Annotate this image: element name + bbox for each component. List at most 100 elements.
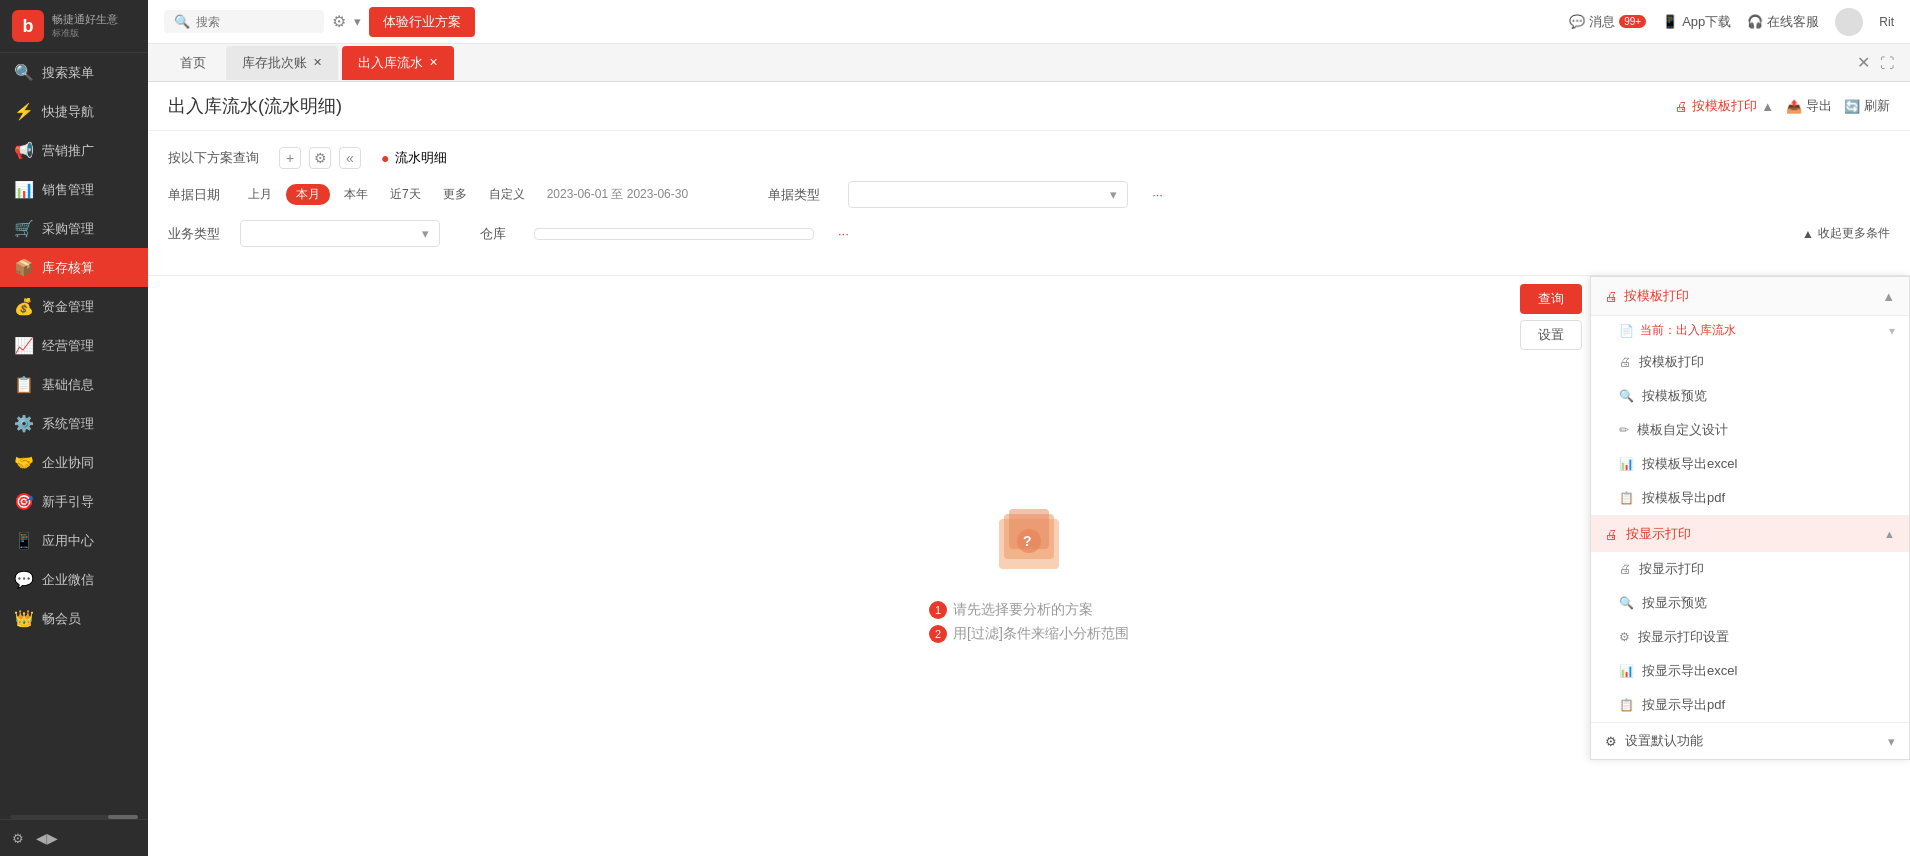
online-service-button[interactable]: 🎧 在线客服 bbox=[1747, 13, 1819, 31]
template-custom-action[interactable]: ✏ 模板自定义设计 bbox=[1591, 413, 1909, 447]
export-icon: 📤 bbox=[1786, 99, 1802, 114]
printer-icon: 🖨 bbox=[1675, 99, 1688, 114]
sidebar-item-label: 经营管理 bbox=[42, 337, 94, 355]
excel-icon: 📊 bbox=[1619, 457, 1634, 471]
sidebar-item-finance[interactable]: 💰 资金管理 bbox=[0, 287, 148, 326]
template-print-button[interactable]: 🖨 按模板打印 ▲ bbox=[1675, 97, 1774, 115]
tab-flow[interactable]: 出入库流水 ✕ bbox=[342, 46, 454, 80]
tab-batch-close-icon[interactable]: ✕ bbox=[313, 56, 322, 69]
headset-icon: 🎧 bbox=[1747, 14, 1763, 29]
refresh-label: 刷新 bbox=[1864, 97, 1890, 115]
more-dots-button[interactable]: ··· bbox=[1152, 187, 1163, 202]
sidebar-item-sales[interactable]: 📊 销售管理 bbox=[0, 170, 148, 209]
display-preview-action[interactable]: 🔍 按显示预览 bbox=[1591, 586, 1909, 620]
template-print-label: 按模板打印 bbox=[1692, 97, 1757, 115]
business-type-select[interactable]: ▾ bbox=[240, 220, 440, 247]
chevron-down-icon: ▾ bbox=[1110, 187, 1117, 202]
date-option-more[interactable]: 更多 bbox=[435, 184, 475, 205]
sidebar-item-purchase[interactable]: 🛒 采购管理 bbox=[0, 209, 148, 248]
date-option-current-month[interactable]: 本月 bbox=[286, 184, 330, 205]
template-export-excel-action[interactable]: 📊 按模板导出excel bbox=[1591, 447, 1909, 481]
display-print-settings-action[interactable]: ⚙ 按显示打印设置 bbox=[1591, 620, 1909, 654]
template-export-pdf-action[interactable]: 📋 按模板导出pdf bbox=[1591, 481, 1909, 515]
display-export-pdf-action[interactable]: 📋 按显示导出pdf bbox=[1591, 688, 1909, 722]
date-field-label: 单据日期 bbox=[168, 186, 220, 204]
settings-icon[interactable]: ⚙ bbox=[12, 831, 24, 846]
sidebar-item-business[interactable]: 📈 经营管理 bbox=[0, 326, 148, 365]
sidebar-item-marketing[interactable]: 📢 营销推广 bbox=[0, 131, 148, 170]
search-input[interactable] bbox=[196, 15, 296, 29]
step-1-number: 1 bbox=[929, 601, 947, 619]
export-button[interactable]: 📤 导出 bbox=[1786, 97, 1832, 115]
crown-icon: 👑 bbox=[14, 609, 34, 628]
page-header: 出入库流水(流水明细) 🖨 按模板打印 ▲ 📤 导出 🔄 刷新 bbox=[148, 82, 1910, 131]
filter-action-buttons: + ⚙ « bbox=[279, 147, 361, 169]
template-preview-action[interactable]: 🔍 按模板预览 bbox=[1591, 379, 1909, 413]
settings-default-icon: ⚙ bbox=[1605, 734, 1617, 749]
column-settings-button[interactable]: 设置 bbox=[1520, 320, 1582, 350]
sidebar-item-member[interactable]: 👑 畅会员 bbox=[0, 599, 148, 638]
collapse-filter-button[interactable]: « bbox=[339, 147, 361, 169]
date-option-custom[interactable]: 自定义 bbox=[481, 184, 533, 205]
pdf-icon: 📋 bbox=[1619, 698, 1634, 712]
tab-batch-account[interactable]: 库存批次账 ✕ bbox=[226, 46, 338, 80]
sidebar-item-label: 应用中心 bbox=[42, 532, 94, 550]
document-type-select[interactable]: ▾ bbox=[848, 181, 1128, 208]
chevron-up-icon: ▲ bbox=[1761, 99, 1774, 114]
sub-tag-label: 流水明细 bbox=[395, 149, 447, 167]
current-template-label: 当前：出入库流水 bbox=[1640, 322, 1736, 339]
tab-batch-account-label: 库存批次账 bbox=[242, 54, 307, 72]
chevron-down-icon: ▾ bbox=[422, 226, 429, 241]
sidebar-item-apps[interactable]: 📱 应用中心 bbox=[0, 521, 148, 560]
filter-settings-button[interactable]: ⚙ bbox=[309, 147, 331, 169]
tab-flow-close-icon[interactable]: ✕ bbox=[429, 56, 438, 69]
add-filter-button[interactable]: + bbox=[279, 147, 301, 169]
design-icon: ✏ bbox=[1619, 423, 1629, 437]
date-option-current-year[interactable]: 本年 bbox=[336, 184, 376, 205]
tab-home[interactable]: 首页 bbox=[164, 46, 222, 80]
dropdown-arrow-icon[interactable]: ▾ bbox=[354, 14, 361, 29]
warehouse-select[interactable] bbox=[534, 228, 814, 240]
sidebar-item-label: 搜索菜单 bbox=[42, 64, 94, 82]
template-doc-icon: 📄 bbox=[1619, 324, 1634, 338]
trend-icon: 📈 bbox=[14, 336, 34, 355]
sidebar-item-guide[interactable]: 🎯 新手引导 bbox=[0, 482, 148, 521]
sidebar-item-system[interactable]: ⚙️ 系统管理 bbox=[0, 404, 148, 443]
refresh-button[interactable]: 🔄 刷新 bbox=[1844, 97, 1890, 115]
app-download-button[interactable]: 📱 App下载 bbox=[1662, 13, 1731, 31]
settings-gear-icon[interactable]: ⚙ bbox=[332, 12, 346, 31]
template-print-action[interactable]: 🖨 按模板打印 bbox=[1591, 345, 1909, 379]
current-template-item[interactable]: 📄 当前：出入库流水 ▾ bbox=[1591, 316, 1909, 345]
query-button[interactable]: 查询 bbox=[1520, 284, 1582, 314]
right-panel-header: 🖨 按模板打印 ▲ bbox=[1591, 277, 1909, 316]
fold-icon[interactable]: ◀▶ bbox=[36, 830, 58, 846]
template-export-excel-label: 按模板导出excel bbox=[1642, 455, 1737, 473]
collapse-button[interactable]: ▲ 收起更多条件 bbox=[1802, 225, 1890, 242]
warehouse-more-dots[interactable]: ··· bbox=[838, 226, 849, 241]
maximize-window-icon[interactable]: ⛶ bbox=[1880, 55, 1894, 71]
sidebar-item-basic[interactable]: 📋 基础信息 bbox=[0, 365, 148, 404]
display-print-action[interactable]: 🖨 按显示打印 bbox=[1591, 552, 1909, 586]
sidebar-item-search[interactable]: 🔍 搜索菜单 bbox=[0, 53, 148, 92]
display-print-settings-label: 按显示打印设置 bbox=[1638, 628, 1729, 646]
display-print-header[interactable]: 🖨 按显示打印 ▲ bbox=[1591, 516, 1909, 552]
panel-collapse-arrow[interactable]: ▲ bbox=[1882, 289, 1895, 304]
filter-label: 按以下方案查询 bbox=[168, 149, 259, 167]
message-button[interactable]: 💬 消息 99+ bbox=[1569, 13, 1646, 31]
industry-solution-button[interactable]: 体验行业方案 bbox=[369, 7, 475, 37]
export-label: 导出 bbox=[1806, 97, 1832, 115]
chevron-up-icon: ▲ bbox=[1802, 227, 1814, 241]
sidebar-item-quick-nav[interactable]: ⚡ 快捷导航 bbox=[0, 92, 148, 131]
right-panel-footer[interactable]: ⚙ 设置默认功能 ▾ bbox=[1591, 722, 1909, 759]
sidebar-item-wechat[interactable]: 💬 企业微信 bbox=[0, 560, 148, 599]
sidebar-item-label: 畅会员 bbox=[42, 610, 81, 628]
sidebar-item-enterprise[interactable]: 🤝 企业协同 bbox=[0, 443, 148, 482]
display-print-action-label: 按显示打印 bbox=[1639, 560, 1704, 578]
date-option-last-month[interactable]: 上月 bbox=[240, 184, 280, 205]
sidebar-item-label: 系统管理 bbox=[42, 415, 94, 433]
display-export-excel-action[interactable]: 📊 按显示导出excel bbox=[1591, 654, 1909, 688]
close-window-icon[interactable]: ✕ bbox=[1857, 53, 1870, 72]
date-option-last-7days[interactable]: 近7天 bbox=[382, 184, 429, 205]
topbar-search-box[interactable]: 🔍 bbox=[164, 10, 324, 33]
sidebar-item-inventory[interactable]: 📦 库存核算 bbox=[0, 248, 148, 287]
